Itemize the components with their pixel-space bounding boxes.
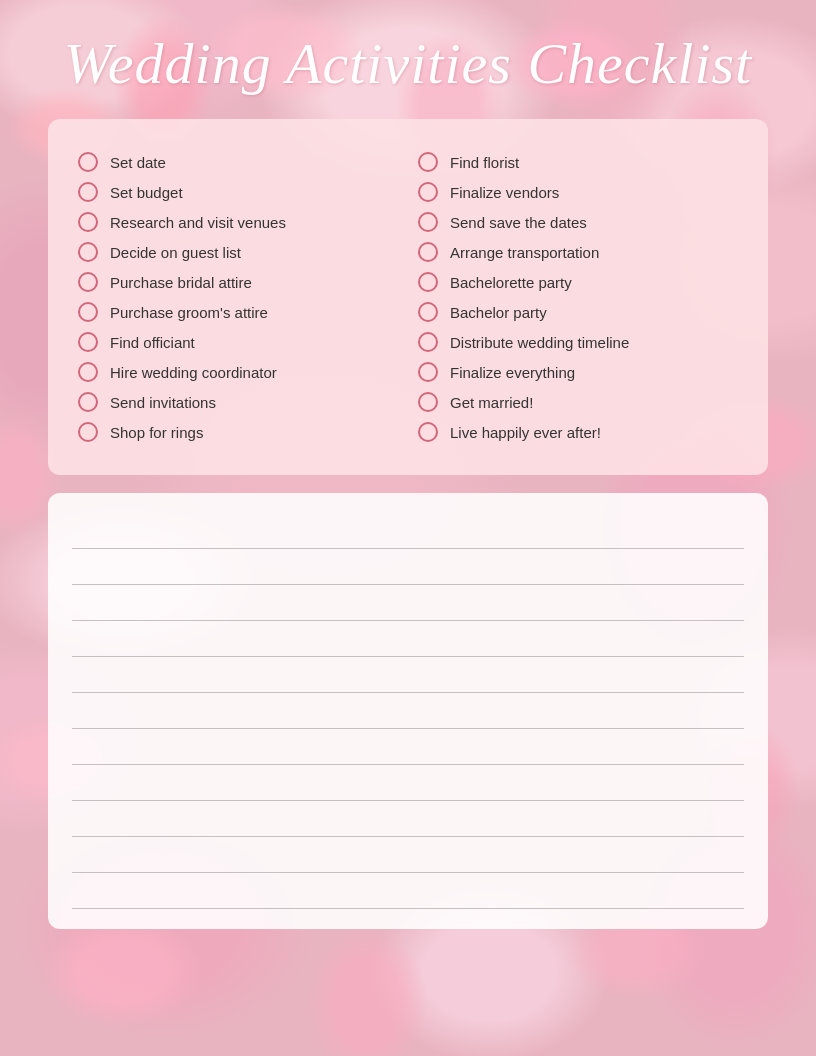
checklist-item-left-5[interactable]: Purchase groom's attire <box>78 297 398 327</box>
checkbox-circle[interactable] <box>78 332 98 352</box>
checklist-item-left-0[interactable]: Set date <box>78 147 398 177</box>
checkbox-circle[interactable] <box>418 272 438 292</box>
checklist-item-left-2[interactable]: Research and visit venues <box>78 207 398 237</box>
item-label: Find florist <box>450 154 519 171</box>
note-line-5 <box>72 693 744 729</box>
checkbox-circle[interactable] <box>418 242 438 262</box>
checkbox-circle[interactable] <box>78 302 98 322</box>
checklist-item-left-7[interactable]: Hire wedding coordinator <box>78 357 398 387</box>
item-label: Hire wedding coordinator <box>110 364 277 381</box>
item-label: Find officiant <box>110 334 195 351</box>
item-label: Bachelor party <box>450 304 547 321</box>
item-label: Arrange transportation <box>450 244 599 261</box>
checklist-item-right-7[interactable]: Finalize everything <box>418 357 738 387</box>
note-line-6 <box>72 729 744 765</box>
item-label: Set date <box>110 154 166 171</box>
checklist-item-left-3[interactable]: Decide on guest list <box>78 237 398 267</box>
checkbox-circle[interactable] <box>418 302 438 322</box>
item-label: Send invitations <box>110 394 216 411</box>
notes-card <box>48 493 768 929</box>
note-line-2 <box>72 585 744 621</box>
checklist-item-right-4[interactable]: Bachelorette party <box>418 267 738 297</box>
checkbox-circle[interactable] <box>418 392 438 412</box>
checklist-item-right-3[interactable]: Arrange transportation <box>418 237 738 267</box>
item-label: Distribute wedding timeline <box>450 334 629 351</box>
checkbox-circle[interactable] <box>78 272 98 292</box>
checklist-item-right-9[interactable]: Live happily ever after! <box>418 417 738 447</box>
checklist-item-right-2[interactable]: Send save the dates <box>418 207 738 237</box>
item-label: Live happily ever after! <box>450 424 601 441</box>
checkbox-circle[interactable] <box>418 362 438 382</box>
checkbox-circle[interactable] <box>418 152 438 172</box>
item-label: Purchase bridal attire <box>110 274 252 291</box>
notes-lines <box>72 513 744 909</box>
note-line-10 <box>72 873 744 909</box>
checkbox-circle[interactable] <box>418 422 438 442</box>
note-line-0 <box>72 513 744 549</box>
item-label: Finalize vendors <box>450 184 559 201</box>
checklist-item-right-1[interactable]: Finalize vendors <box>418 177 738 207</box>
note-line-9 <box>72 837 744 873</box>
item-label: Research and visit venues <box>110 214 286 231</box>
checklist-item-left-8[interactable]: Send invitations <box>78 387 398 417</box>
checklist-item-right-6[interactable]: Distribute wedding timeline <box>418 327 738 357</box>
item-label: Decide on guest list <box>110 244 241 261</box>
checklist-item-right-5[interactable]: Bachelor party <box>418 297 738 327</box>
checklist-item-left-9[interactable]: Shop for rings <box>78 417 398 447</box>
checkbox-circle[interactable] <box>78 182 98 202</box>
note-line-1 <box>72 549 744 585</box>
item-label: Finalize everything <box>450 364 575 381</box>
checklist-item-left-1[interactable]: Set budget <box>78 177 398 207</box>
checkbox-circle[interactable] <box>78 242 98 262</box>
checklist-left-column: Set date Set budget Research and visit v… <box>78 147 398 447</box>
checkbox-circle[interactable] <box>418 332 438 352</box>
checkbox-circle[interactable] <box>78 152 98 172</box>
checklist-card: Set date Set budget Research and visit v… <box>48 119 768 475</box>
checklist-item-right-0[interactable]: Find florist <box>418 147 738 177</box>
item-label: Bachelorette party <box>450 274 572 291</box>
checkbox-circle[interactable] <box>78 392 98 412</box>
note-line-7 <box>72 765 744 801</box>
note-line-8 <box>72 801 744 837</box>
checklist-item-left-6[interactable]: Find officiant <box>78 327 398 357</box>
page-title: Wedding Activities Checklist <box>64 30 752 97</box>
page-content: Wedding Activities Checklist Set date Se… <box>0 0 816 1056</box>
note-line-3 <box>72 621 744 657</box>
checklist-right-column: Find florist Finalize vendors Send save … <box>418 147 738 447</box>
checkbox-circle[interactable] <box>78 212 98 232</box>
item-label: Purchase groom's attire <box>110 304 268 321</box>
note-line-4 <box>72 657 744 693</box>
item-label: Shop for rings <box>110 424 203 441</box>
checklist-item-right-8[interactable]: Get married! <box>418 387 738 417</box>
checklist-grid: Set date Set budget Research and visit v… <box>78 147 738 447</box>
checkbox-circle[interactable] <box>418 212 438 232</box>
checkbox-circle[interactable] <box>418 182 438 202</box>
checkbox-circle[interactable] <box>78 422 98 442</box>
checkbox-circle[interactable] <box>78 362 98 382</box>
item-label: Set budget <box>110 184 183 201</box>
item-label: Send save the dates <box>450 214 587 231</box>
item-label: Get married! <box>450 394 533 411</box>
checklist-item-left-4[interactable]: Purchase bridal attire <box>78 267 398 297</box>
